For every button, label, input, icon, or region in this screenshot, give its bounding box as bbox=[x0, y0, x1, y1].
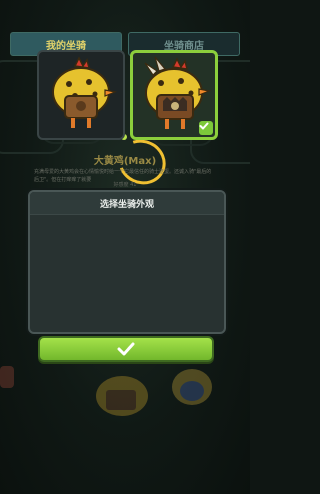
appearance-modal: 选择坐骑外观 bbox=[28, 190, 226, 334]
mount-option-armored[interactable] bbox=[130, 50, 218, 140]
confirm-button[interactable] bbox=[38, 336, 214, 362]
mount-option-default[interactable] bbox=[37, 50, 125, 140]
modal-title: 选择坐骑外观 bbox=[30, 192, 224, 215]
favor-text: 好感度 41 bbox=[113, 182, 137, 188]
bg-mount-chicken bbox=[96, 376, 148, 416]
bg-mount-partial bbox=[0, 366, 14, 388]
checkmark-icon bbox=[117, 342, 135, 356]
mount-screen: 我的坐骑 坐骑商店 大黄鸡(Max) 充满母爱的大黄鸡会在心情愉悦时给一个它最信… bbox=[0, 0, 250, 494]
bg-mount-blue bbox=[172, 369, 212, 405]
yellow-chicken-icon bbox=[52, 56, 118, 128]
selected-check-icon bbox=[199, 121, 213, 135]
